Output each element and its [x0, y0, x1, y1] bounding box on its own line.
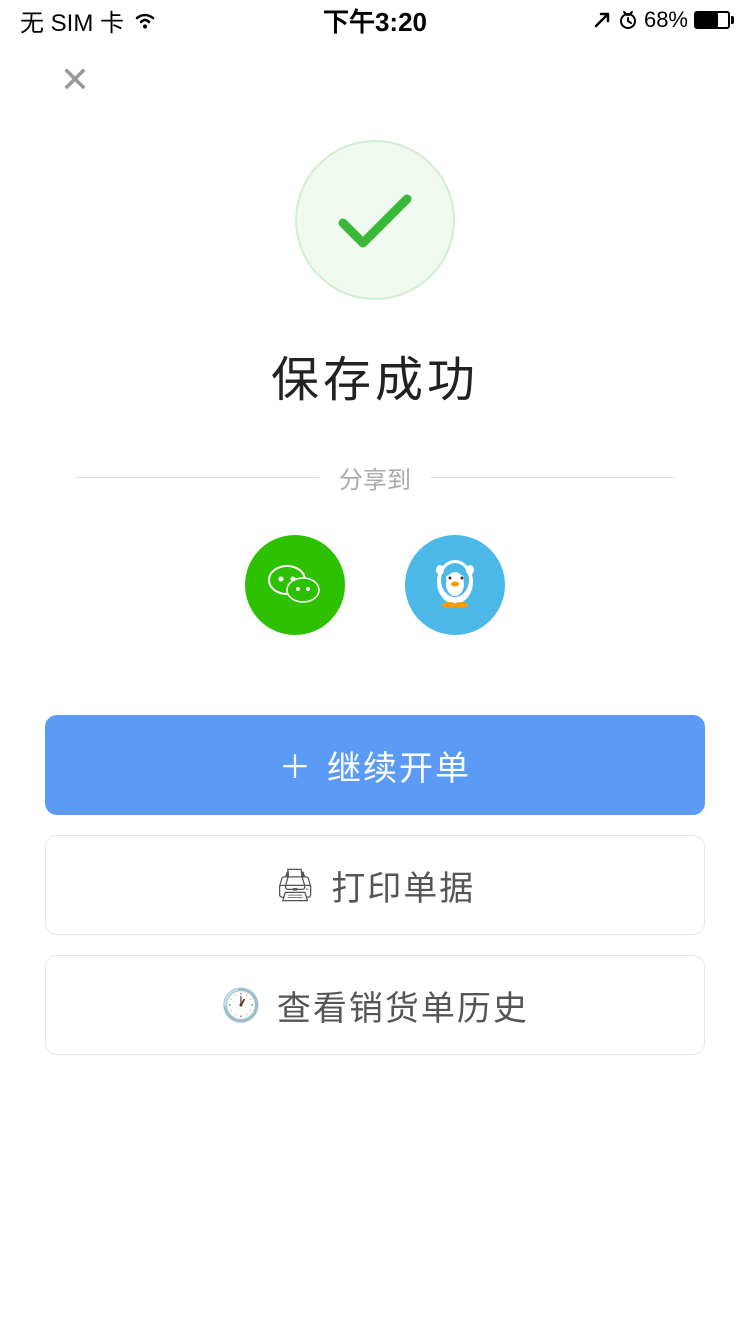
- status-left: 无 SIM 卡: [20, 3, 158, 38]
- share-icons-row: [245, 535, 505, 635]
- battery-indicator: [694, 11, 730, 29]
- close-icon: ✕: [60, 62, 90, 98]
- print-label: 打印单据: [331, 861, 475, 910]
- print-icon: 🖨: [275, 866, 318, 904]
- divider-line-left: [75, 477, 319, 478]
- view-history-button[interactable]: 🕐 查看销货单历史: [45, 955, 705, 1055]
- status-bar: 无 SIM 卡 下午3:20 68%: [0, 0, 750, 40]
- checkmark-icon: [335, 185, 415, 255]
- location-icon: [592, 10, 612, 30]
- share-divider: 分享到: [75, 460, 675, 495]
- status-right: 68%: [592, 7, 730, 33]
- success-title: 保存成功: [271, 340, 479, 410]
- action-buttons: ＋ 继续开单 🖨 打印单据 🕐 查看销货单历史: [45, 715, 705, 1055]
- history-label: 查看销货单历史: [277, 981, 529, 1030]
- continue-order-label: 继续开单: [327, 741, 471, 790]
- continue-order-button[interactable]: ＋ 继续开单: [45, 715, 705, 815]
- qq-logo-icon: [430, 556, 480, 614]
- close-button[interactable]: ✕: [50, 55, 100, 105]
- share-label: 分享到: [339, 460, 411, 495]
- alarm-icon: [618, 10, 638, 30]
- wechat-logo-icon: [265, 560, 325, 610]
- plus-icon: ＋: [279, 742, 313, 788]
- battery-percent: 68%: [644, 7, 688, 33]
- qq-share-button[interactable]: [405, 535, 505, 635]
- clock-icon: 🕐: [221, 986, 263, 1024]
- wifi-icon: [132, 10, 158, 30]
- no-sim-text: 无 SIM 卡: [20, 3, 124, 38]
- print-receipt-button[interactable]: 🖨 打印单据: [45, 835, 705, 935]
- status-time: 下午3:20: [323, 2, 427, 39]
- success-circle: [295, 140, 455, 300]
- main-content: 保存成功 分享到: [0, 40, 750, 1055]
- wechat-share-button[interactable]: [245, 535, 345, 635]
- divider-line-right: [431, 477, 675, 478]
